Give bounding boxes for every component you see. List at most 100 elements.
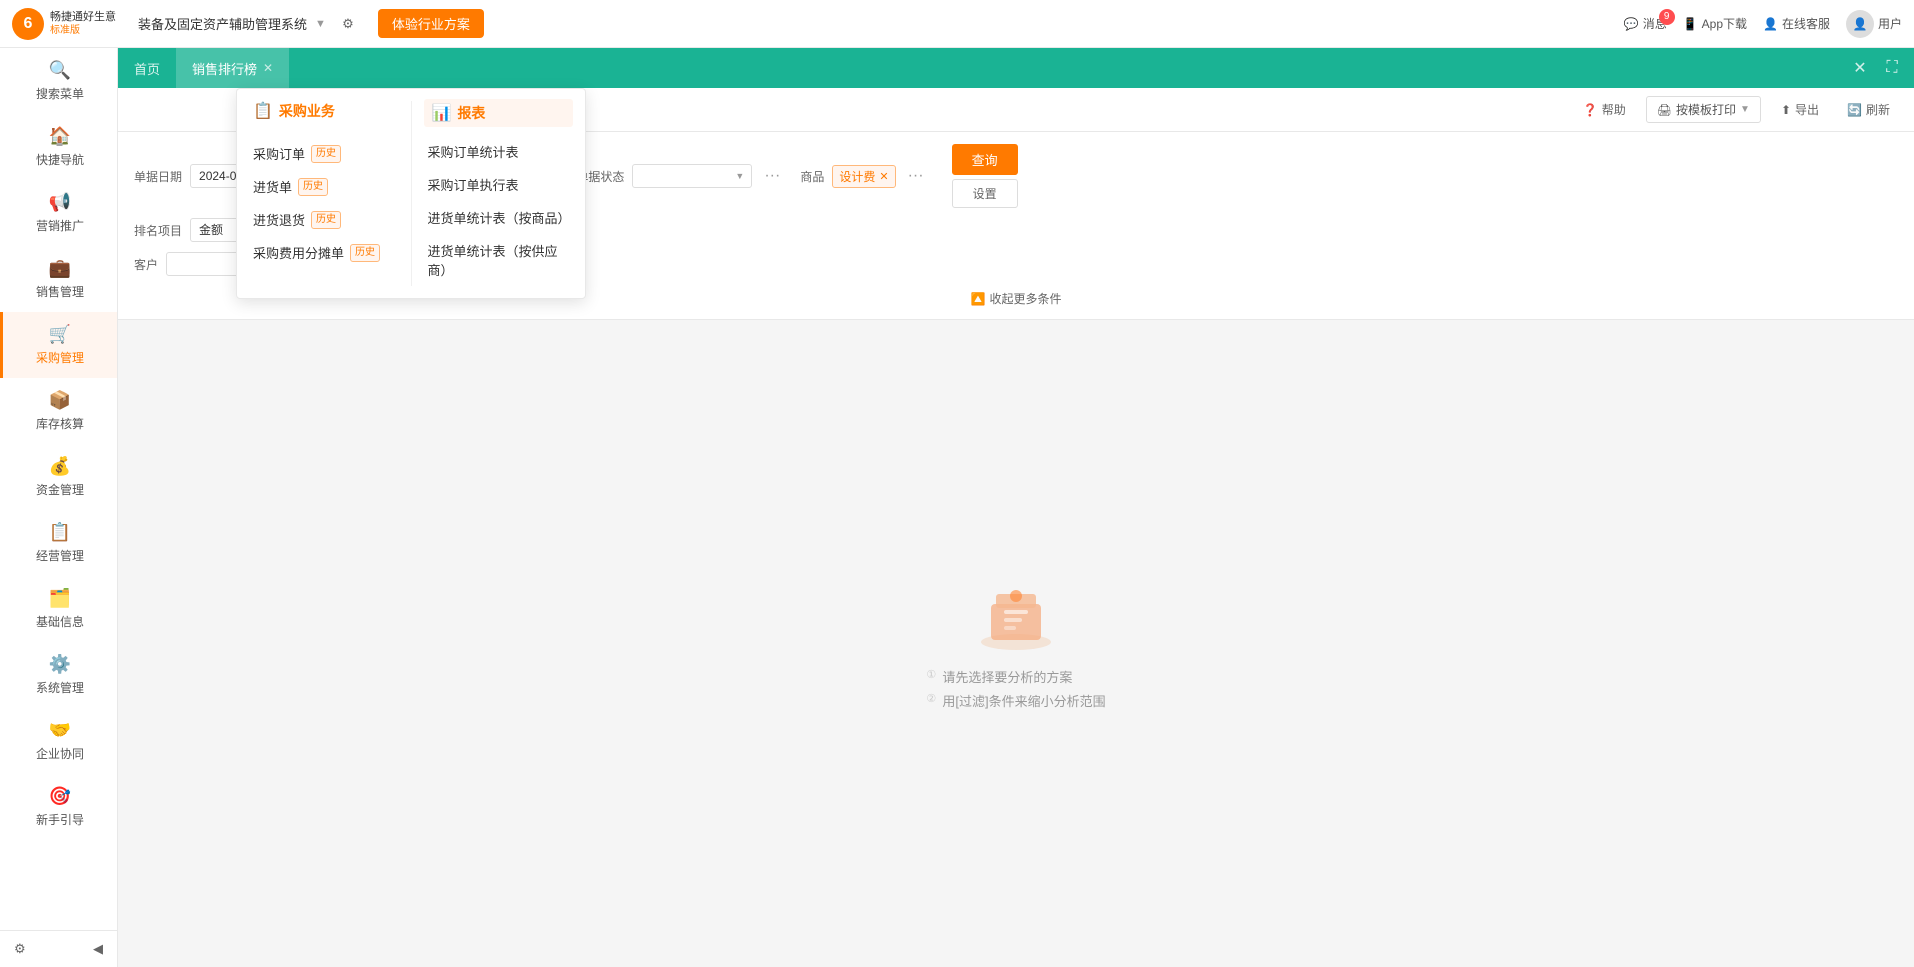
goods-tag-close[interactable]: ✕ [879,170,888,183]
main-layout: 🔍 搜索菜单 🏠 快捷导航 📢 营销推广 💼 销售管理 🛒 采购管理 📦 库存核… [0,48,1914,967]
status-select[interactable] [632,164,752,188]
filter-date-label: 单据日期 [134,168,182,185]
sidebar-label-quicknav: 快捷导航 [36,151,84,168]
refresh-label: 刷新 [1866,101,1890,118]
tab-sales-rank[interactable]: 销售排行榜 ✕ [176,48,289,88]
menu-item-purchase-order[interactable]: 采购订单 历史 [253,137,395,170]
sidebar-label-search: 搜索菜单 [36,85,84,102]
sidebar-label-operations: 经营管理 [36,547,84,564]
tab-action-close[interactable]: ✕ [1846,54,1874,82]
sidebar-item-system[interactable]: ⚙️ 系统管理 [0,642,117,708]
content-area: 首页 销售排行榜 ✕ ✕ ⛶ 📋 采购业务 [118,48,1914,967]
print-button[interactable]: 🖨 按模板打印 ▼ [1646,96,1761,123]
menu-item-purchase-expense[interactable]: 采购费用分摊单 历史 [253,236,395,269]
print-icon: 🖨 [1657,103,1672,117]
export-label: 导出 [1795,101,1819,118]
tab-home-label: 首页 [134,59,160,78]
help-button[interactable]: ❓ 帮助 [1575,97,1634,122]
tab-close-icon[interactable]: ✕ [263,61,273,75]
dropdown-col2-title: 📊 报表 [424,99,574,127]
filter-goods-item: 商品 设计费 ✕ ··· [800,165,927,188]
inbound-stat-goods-label: 进货单统计表（按商品） [428,208,570,227]
system-title-area: 装备及固定资产辅助管理系统 ▼ ⚙ 体验行业方案 [138,9,1624,38]
sidebar-label-marketing: 营销推广 [36,217,84,234]
menu-item-inbound-return[interactable]: 进货退货 历史 [253,203,395,236]
top-header: 6 畅捷通好生意 标准版 装备及固定资产辅助管理系统 ▼ ⚙ 体验行业方案 💬 … [0,0,1914,48]
header-right: 💬 消息 9 📱 App下载 👤 在线客服 👤 用户 [1624,10,1902,38]
purchase-expense-label: 采购费用分摊单 [253,243,344,262]
sidebar-item-marketing[interactable]: 📢 营销推广 [0,180,117,246]
help-icon: ❓ [1583,103,1598,117]
purchase-menu-icon: 📋 [253,101,273,121]
empty-tip-2: 用[过滤]条件来缩小分析范围 [926,690,1105,713]
collab-icon: 🤝 [49,720,71,741]
app-download-button[interactable]: 📱 App下载 [1683,15,1747,32]
purchase-dropdown-menu: 📋 采购业务 采购订单 历史 进货单 历史 进货退货 历史 [236,88,586,299]
collapse-button[interactable]: 🔼 收起更多条件 [971,290,1062,307]
print-arrow[interactable]: ▼ [1740,104,1750,115]
sidebar-label-basicinfo: 基础信息 [36,613,84,630]
marketing-icon: 📢 [49,192,71,213]
sidebar-item-sales[interactable]: 💼 销售管理 [0,246,117,312]
tab-action-maximize[interactable]: ⛶ [1878,54,1906,82]
history-tag-2: 历史 [298,178,328,196]
home-icon: 🏠 [49,126,71,147]
gear-button[interactable]: ⚙ [334,10,362,38]
online-service-button[interactable]: 👤 在线客服 [1763,15,1830,32]
sidebar-collapse-btn[interactable]: ◀ [93,941,103,957]
title-dropdown-arrow[interactable]: ▼ [315,18,326,30]
sidebar-label-finance: 资金管理 [36,481,84,498]
sidebar-label-inventory: 库存核算 [36,415,84,432]
collapse-label: 收起更多条件 [989,290,1061,307]
sidebar-item-operations[interactable]: 📋 经营管理 [0,510,117,576]
report-menu-icon: 📊 [432,103,452,123]
tab-bar: 首页 销售排行榜 ✕ ✕ ⛶ [118,48,1914,88]
dropdown-col1-title-text: 采购业务 [279,101,335,121]
system-title-text: 装备及固定资产辅助管理系统 [138,14,307,33]
sidebar-item-search[interactable]: 🔍 搜索菜单 [0,48,117,114]
logo-area: 6 畅捷通好生意 标准版 [12,8,130,40]
sidebar-item-quicknav[interactable]: 🏠 快捷导航 [0,114,117,180]
filter-rank-label: 排名项目 [134,222,182,239]
action-btns: 查询 设置 [952,144,1018,208]
collapse-arrow-icon: 🔼 [971,292,986,306]
menu-item-inbound-stat-goods[interactable]: 进货单统计表（按商品） [428,201,570,234]
status-dots-btn[interactable]: ··· [760,167,784,185]
system-icon: ⚙️ [49,654,71,675]
industry-button[interactable]: 体验行业方案 [378,9,484,38]
menu-item-po-stat[interactable]: 采购订单统计表 [428,135,570,168]
sidebar-item-basicinfo[interactable]: 🗂️ 基础信息 [0,576,117,642]
sidebar-item-newguide[interactable]: 🎯 新手引导 [0,774,117,840]
filter-customer-label: 客户 [134,256,158,273]
goods-tag: 设计费 ✕ [832,165,895,188]
set-button[interactable]: 设置 [952,179,1018,208]
sidebar-item-finance[interactable]: 💰 资金管理 [0,444,117,510]
menu-item-inbound-stat-supplier[interactable]: 进货单统计表（按供应商） [428,234,570,286]
status-select-wrap [632,164,752,188]
history-tag-1: 历史 [311,145,341,163]
menu-item-po-exec[interactable]: 采购订单执行表 [428,168,570,201]
refresh-button[interactable]: 🔄 刷新 [1839,97,1898,122]
sidebar-bottom: ⚙ ◀ [0,930,117,967]
user-area[interactable]: 👤 用户 [1846,10,1902,38]
sidebar-label-system: 系统管理 [36,679,84,696]
sidebar-item-purchase[interactable]: 🛒 采购管理 [0,312,117,378]
sidebar-settings-btn[interactable]: ⚙ [14,941,26,957]
message-badge: 9 [1659,9,1675,25]
sidebar-item-inventory[interactable]: 📦 库存核算 [0,378,117,444]
service-label: 在线客服 [1782,15,1830,32]
user-avatar: 👤 [1846,10,1874,38]
messages-button[interactable]: 💬 消息 9 [1624,15,1667,32]
export-button[interactable]: ⬆ 导出 [1773,97,1827,122]
query-button[interactable]: 查询 [952,144,1018,175]
purchase-order-label: 采购订单 [253,144,305,163]
tab-home[interactable]: 首页 [118,48,176,88]
sidebar-item-collab[interactable]: 🤝 企业协同 [0,708,117,774]
inbound-return-label: 进货退货 [253,210,305,229]
history-tag-4: 历史 [350,244,380,262]
inbound-stat-supplier-label: 进货单统计表（按供应商） [428,241,570,279]
goods-dots-btn[interactable]: ··· [904,167,928,185]
menu-item-inbound[interactable]: 进货单 历史 [253,170,395,203]
purchase-icon: 🛒 [49,324,71,345]
tab-bar-wrap: 首页 销售排行榜 ✕ ✕ ⛶ 📋 采购业务 [118,48,1914,88]
